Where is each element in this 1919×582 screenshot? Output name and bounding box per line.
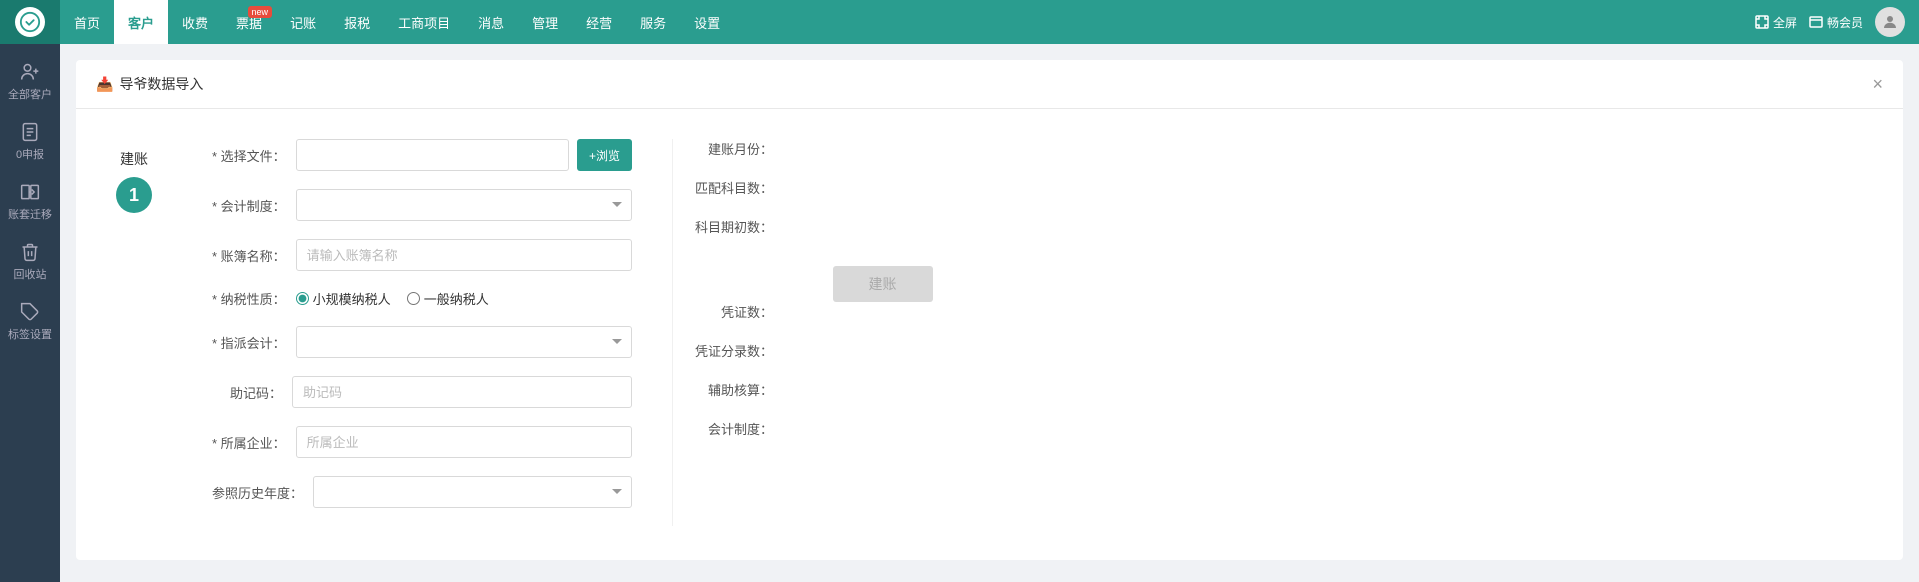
sidebar-item-zero-declare[interactable]: 0申报 xyxy=(0,114,60,170)
nav-right: 全屏 畅会员 xyxy=(1755,7,1919,37)
logo-area xyxy=(0,0,60,44)
step-label: 建账 xyxy=(120,149,148,169)
step-circle: 1 xyxy=(116,177,152,213)
history-year-select[interactable] xyxy=(313,476,632,508)
logo-icon xyxy=(15,7,45,37)
company-row: * 所属企业： xyxy=(212,426,632,458)
panel-title: 📥 导爷数据导入 xyxy=(96,74,203,94)
memo-input[interactable] xyxy=(292,376,632,408)
nav-item-bookkeeping[interactable]: 记账 xyxy=(276,0,330,44)
voucher-entries-label: 凭证分录数： xyxy=(693,341,783,360)
tax-type-row: * 纳税性质： 小规模纳税人 一般纳税人 xyxy=(212,289,632,308)
sidebar-item-recycle[interactable]: 回收站 xyxy=(0,234,60,290)
browse-button[interactable]: +浏览 xyxy=(577,139,632,171)
accounting-system-label: * 会计制度： xyxy=(212,196,296,215)
panel-title-text: 导爷数据导入 xyxy=(119,74,203,94)
import-icon: 📥 xyxy=(96,76,113,93)
nav-item-invoice[interactable]: 票据 new xyxy=(222,0,276,44)
info-row-initial-amount: 科目期初数： xyxy=(693,217,1072,236)
sidebar: 全部客户 0申报 账套迁移 回收站 标签设置 xyxy=(0,44,60,582)
info-row-auxiliary: 辅助核算： xyxy=(693,380,1072,399)
panel-header: 📥 导爷数据导入 × xyxy=(76,60,1903,109)
voucher-label: 凭证数： xyxy=(693,302,783,321)
new-badge: new xyxy=(248,6,273,18)
panel: 📥 导爷数据导入 × 建账 1 * 选择文件： +浏览 xyxy=(76,60,1903,560)
close-button[interactable]: × xyxy=(1872,75,1883,93)
info-row-accounting-system: 会计制度： xyxy=(693,419,1072,438)
form-area: 建账 1 * 选择文件： +浏览 * 会计制度： xyxy=(76,109,1903,556)
nav-items: 首页 客户 收费 票据 new 记账 报税 工商项目 消息 管理 经营 服务 设… xyxy=(60,0,1755,44)
build-account-button[interactable]: 建账 xyxy=(833,266,933,302)
info-row-match-subjects: 匹配科目数： xyxy=(693,178,1072,197)
company-label: * 所属企业： xyxy=(212,433,296,452)
nav-item-operation[interactable]: 经营 xyxy=(572,0,626,44)
tax-general-radio[interactable] xyxy=(407,292,420,305)
ledger-name-input[interactable] xyxy=(296,239,632,271)
tax-general-option[interactable]: 一般纳税人 xyxy=(407,289,489,308)
nav-item-home[interactable]: 首页 xyxy=(60,0,114,44)
history-year-row: 参照历史年度： xyxy=(212,476,632,508)
memo-label: 助记码： xyxy=(212,383,292,402)
accountant-label: * 指派会计： xyxy=(212,333,296,352)
top-nav: 首页 客户 收费 票据 new 记账 报税 工商项目 消息 管理 经营 服务 设… xyxy=(0,0,1919,44)
nav-item-business[interactable]: 工商项目 xyxy=(384,0,464,44)
sidebar-item-ledger-migrate[interactable]: 账套迁移 xyxy=(0,174,60,230)
sidebar-item-tag-settings[interactable]: 标签设置 xyxy=(0,294,60,350)
ledger-name-label: * 账簿名称： xyxy=(212,246,296,265)
build-btn-area: 建账 xyxy=(693,266,1072,302)
info-row-voucher: 凭证数： xyxy=(693,302,1072,321)
auxiliary-label: 辅助核算： xyxy=(693,380,783,399)
sidebar-item-all-customers[interactable]: 全部客户 xyxy=(0,54,60,110)
nav-item-tax[interactable]: 报税 xyxy=(330,0,384,44)
step-indicator: 建账 1 xyxy=(116,139,172,526)
accounting-system-info-label: 会计制度： xyxy=(693,419,783,438)
vip-btn[interactable]: 畅会员 xyxy=(1809,14,1863,31)
nav-item-message[interactable]: 消息 xyxy=(464,0,518,44)
nav-item-customer[interactable]: 客户 xyxy=(114,0,168,44)
build-month-label: 建账月份： xyxy=(693,139,783,158)
company-input[interactable] xyxy=(296,426,632,458)
history-year-label: 参照历史年度： xyxy=(212,483,313,502)
nav-item-admin[interactable]: 管理 xyxy=(518,0,572,44)
tax-small-scale-radio[interactable] xyxy=(296,292,309,305)
nav-item-service[interactable]: 服务 xyxy=(626,0,680,44)
file-text-input[interactable] xyxy=(296,139,569,171)
initial-amount-label: 科目期初数： xyxy=(693,217,783,236)
main-content: 📥 导爷数据导入 × 建账 1 * 选择文件： +浏览 xyxy=(60,44,1919,582)
accountant-select[interactable] xyxy=(296,326,632,358)
accountant-row: * 指派会计： xyxy=(212,326,632,358)
tax-small-scale-option[interactable]: 小规模纳税人 xyxy=(296,289,391,308)
file-select-row: * 选择文件： +浏览 xyxy=(212,139,632,171)
nav-item-charge[interactable]: 收费 xyxy=(168,0,222,44)
file-select-label: * 选择文件： xyxy=(212,146,296,165)
left-form: * 选择文件： +浏览 * 会计制度： * 账簿名称： xyxy=(212,139,632,526)
accounting-system-select[interactable] xyxy=(296,189,632,221)
info-row-build-month: 建账月份： xyxy=(693,139,1072,158)
info-row-voucher-entries: 凭证分录数： xyxy=(693,341,1072,360)
right-info: 建账月份： 匹配科目数： 科目期初数： 建账 凭证数： xyxy=(672,139,1072,526)
match-subjects-label: 匹配科目数： xyxy=(693,178,783,197)
avatar[interactable] xyxy=(1875,7,1905,37)
fullscreen-btn[interactable]: 全屏 xyxy=(1755,14,1797,31)
ledger-name-row: * 账簿名称： xyxy=(212,239,632,271)
nav-item-settings[interactable]: 设置 xyxy=(680,0,734,44)
tax-type-radio-group: 小规模纳税人 一般纳税人 xyxy=(296,289,489,308)
file-input-area: +浏览 xyxy=(296,139,632,171)
accounting-system-row: * 会计制度： xyxy=(212,189,632,221)
tax-type-label: * 纳税性质： xyxy=(212,289,296,308)
memo-row: 助记码： xyxy=(212,376,632,408)
